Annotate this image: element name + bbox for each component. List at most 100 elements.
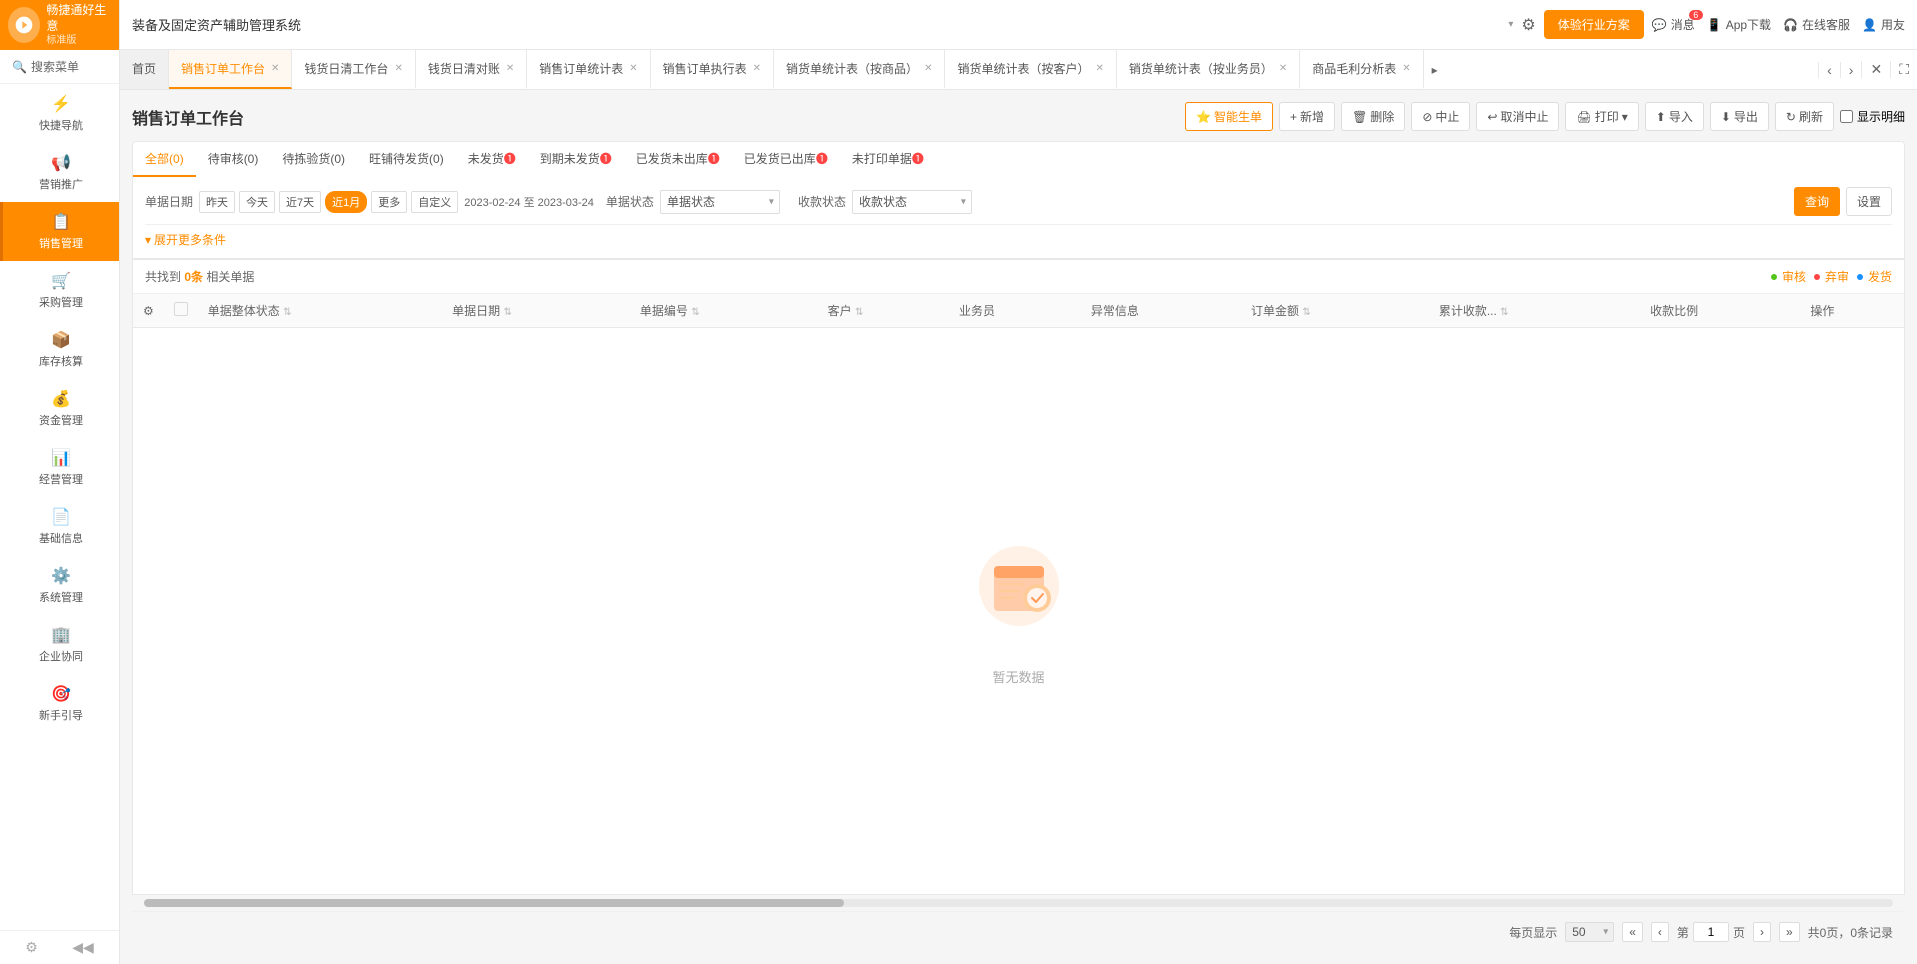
sub-tab-pending-review[interactable]: 待审核(0) (196, 142, 271, 177)
last-page-btn[interactable]: » (1779, 922, 1800, 942)
ship-action-btn[interactable]: 发货 (1857, 268, 1892, 285)
tab-close-sales-staff[interactable]: ✕ (1279, 63, 1287, 74)
tab-cash-clear[interactable]: 钱货日清工作台 ✕ (292, 50, 415, 89)
sort-status-icon[interactable]: ⇅ (283, 307, 291, 318)
sidebar-item-system[interactable]: ⚙️ 系统管理 (0, 556, 119, 615)
horizontal-scrollbar[interactable] (144, 899, 1893, 907)
setting-icon[interactable]: ⚙ (1521, 15, 1535, 35)
status-select[interactable]: 单据状态 (660, 190, 780, 214)
tab-home[interactable]: 首页 (120, 50, 169, 89)
show-detail-checkbox[interactable] (1840, 110, 1853, 123)
tab-sales-product[interactable]: 销货单统计表（按商品） ✕ (774, 50, 945, 89)
delete-btn[interactable]: 🗑 删除 (1341, 102, 1405, 131)
sidebar-search[interactable]: 🔍 搜索菜单 (0, 50, 119, 84)
import-btn[interactable]: ⬆ 导入 (1645, 102, 1704, 131)
sidebar-item-basic-info[interactable]: 📄 基础信息 (0, 497, 119, 556)
app-download-action[interactable]: 📱 App下载 (1707, 16, 1771, 33)
prev-page-btn[interactable]: ‹ (1651, 922, 1669, 942)
tab-sales-customer[interactable]: 销货单统计表（按客户） ✕ (945, 50, 1116, 89)
filter-settings-btn[interactable]: 设置 (1846, 187, 1892, 216)
tabbar: 首页 销售订单工作台 ✕ 钱货日清工作台 ✕ 钱货日清对账 ✕ 销售订单统计表 … (120, 50, 1917, 90)
data-table: ⚙ 单据整体状态 ⇅ 单据日期 ⇅ (133, 294, 1904, 328)
tab-close-all-icon[interactable]: ✕ (1861, 61, 1890, 78)
tab-sales-stat[interactable]: 销售订单统计表 ✕ (527, 50, 650, 89)
custom-btn[interactable]: 自定义 (411, 191, 458, 213)
tab-close-sales-product[interactable]: ✕ (924, 63, 932, 74)
sub-tab-not-shipped[interactable]: 未发货❶ (456, 142, 528, 177)
tab-profit[interactable]: 商品毛利分析表 ✕ (1300, 50, 1423, 89)
tab-close-profit[interactable]: ✕ (1402, 63, 1410, 74)
sub-tab-wangpu-pending[interactable]: 旺铺待发货(0) (357, 142, 456, 177)
refresh-btn[interactable]: ↻ 刷新 (1775, 102, 1834, 131)
tab-close-sales-customer[interactable]: ✕ (1095, 63, 1103, 74)
show-detail-label[interactable]: 显示明细 (1840, 108, 1905, 125)
sub-tab-shipped-not-out[interactable]: 已发货未出库❶ (624, 142, 732, 177)
sidebar-item-sales[interactable]: 📋 销售管理 (0, 202, 119, 261)
scroll-thumb[interactable] (144, 899, 844, 907)
stop-btn[interactable]: ⊘ 中止 (1411, 102, 1470, 131)
settings-bottom-icon[interactable]: ⚙ (25, 939, 38, 956)
sort-customer-icon[interactable]: ⇅ (855, 307, 863, 318)
add-btn[interactable]: + 新增 (1279, 102, 1335, 131)
tab-sales-staff[interactable]: 销货单统计表（按业务员） ✕ (1117, 50, 1300, 89)
tab-close-cash-account[interactable]: ✕ (506, 63, 514, 74)
sidebar-item-finance[interactable]: 💰 资金管理 (0, 379, 119, 438)
tab-sales-exec[interactable]: 销售订单执行表 ✕ (651, 50, 774, 89)
tab-close-sales-order[interactable]: ✕ (271, 63, 279, 74)
first-page-btn[interactable]: « (1622, 922, 1643, 942)
expand-btn[interactable]: ▾ 展开更多条件 (145, 231, 1892, 248)
sidebar-item-guide[interactable]: 🎯 新手引导 (0, 674, 119, 733)
next-page-btn[interactable]: › (1753, 922, 1771, 942)
cancel-review-action-btn[interactable]: 弃审 (1814, 268, 1849, 285)
sort-number-icon[interactable]: ⇅ (691, 307, 699, 318)
th-checkbox (164, 294, 198, 328)
review-action-btn[interactable]: 审核 (1771, 268, 1806, 285)
table-head: ⚙ 单据整体状态 ⇅ 单据日期 ⇅ (133, 294, 1904, 328)
export-btn[interactable]: ⬇ 导出 (1710, 102, 1769, 131)
tab-sales-order[interactable]: 销售订单工作台 ✕ (169, 50, 292, 89)
sub-tab-shipped-out[interactable]: 已发货已出库❶ (732, 142, 840, 177)
message-action[interactable]: 💬 6 消息 (1652, 16, 1695, 33)
last-month-btn[interactable]: 近1月 (325, 191, 367, 213)
sidebar-item-inventory[interactable]: 📦 库存核算 (0, 320, 119, 379)
tab-next-icon[interactable]: › (1840, 62, 1862, 78)
more-btn[interactable]: 更多 (371, 191, 407, 213)
sub-tab-all[interactable]: 全部(0) (133, 142, 196, 177)
sidebar-item-operations[interactable]: 📊 经营管理 (0, 438, 119, 497)
page-input[interactable] (1693, 922, 1729, 942)
smart-create-btn[interactable]: ⭐ 智能生单 (1185, 102, 1273, 131)
tab-close-cash-clear[interactable]: ✕ (394, 63, 402, 74)
sidebar-item-quick-nav[interactable]: ⚡ 快捷导航 (0, 84, 119, 143)
tab-more-btn[interactable]: ▸ (1424, 63, 1446, 77)
sidebar-item-marketing[interactable]: 📢 营销推广 (0, 143, 119, 202)
cancel-stop-btn[interactable]: ↩ 取消中止 (1476, 102, 1559, 131)
sort-amount-icon[interactable]: ⇅ (1302, 307, 1310, 318)
industry-btn[interactable]: 体验行业方案 (1544, 10, 1644, 39)
tab-close-sales-exec[interactable]: ✕ (753, 63, 761, 74)
user-action[interactable]: 👤 用友 (1862, 16, 1905, 33)
sidebar-item-enterprise[interactable]: 🏢 企业协同 (0, 615, 119, 674)
query-btn[interactable]: 查询 (1794, 187, 1840, 216)
sub-tab-pending-inspect[interactable]: 待拣验货(0) (270, 142, 357, 177)
today-btn[interactable]: 今天 (239, 191, 275, 213)
sidebar-item-purchase[interactable]: 🛒 采购管理 (0, 261, 119, 320)
system-dropdown[interactable]: ▾ (1508, 19, 1513, 30)
sort-date-icon[interactable]: ⇅ (503, 307, 511, 318)
tab-prev-icon[interactable]: ‹ (1818, 62, 1840, 78)
last7days-btn[interactable]: 近7天 (279, 191, 321, 213)
payment-select[interactable]: 收款状态 (852, 190, 972, 214)
online-service-action[interactable]: 🎧 在线客服 (1783, 16, 1850, 33)
select-all-checkbox[interactable] (174, 302, 188, 316)
tab-close-sales-stat[interactable]: ✕ (629, 63, 637, 74)
sub-tab-not-printed[interactable]: 未打印单据❶ (840, 142, 936, 177)
collapse-icon[interactable]: ◀◀ (72, 939, 94, 956)
sort-received-icon[interactable]: ⇅ (1500, 307, 1508, 318)
tab-fullscreen-icon[interactable]: ⛶ (1890, 61, 1917, 78)
print-btn[interactable]: 🖨 打印 ▾ (1565, 102, 1638, 131)
yesterday-btn[interactable]: 昨天 (199, 191, 235, 213)
tab-cash-account[interactable]: 钱货日清对账 ✕ (416, 50, 527, 89)
col-settings-icon[interactable]: ⚙ (143, 304, 154, 318)
table-count: 共找到 0条 相关单据 (145, 268, 254, 285)
per-page-select[interactable]: 10 20 50 100 (1565, 922, 1614, 942)
sub-tab-overdue[interactable]: 到期未发货❶ (528, 142, 624, 177)
